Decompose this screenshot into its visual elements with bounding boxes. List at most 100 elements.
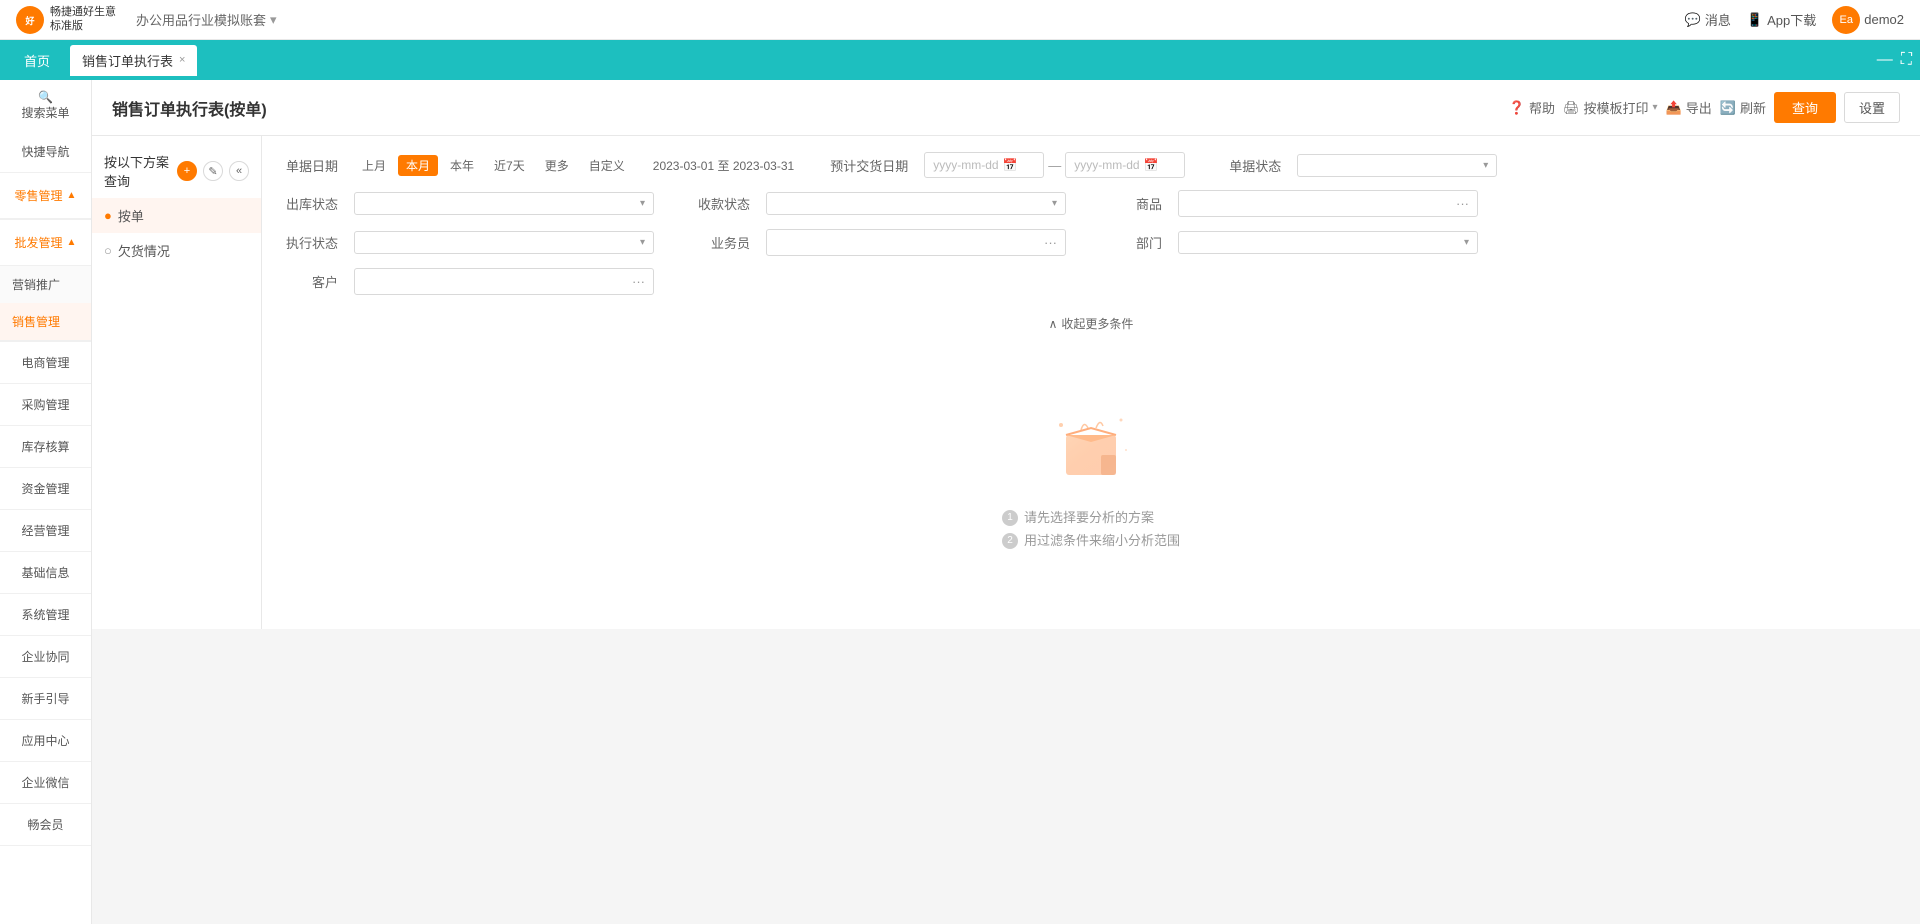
sidebar-item-operations[interactable]: 经营管理 [0, 510, 91, 552]
date-tab-custom[interactable]: 自定义 [581, 155, 633, 176]
filter-row-4: 客户 [278, 268, 1904, 295]
execution-status-label: 执行状态 [278, 233, 338, 252]
left-panel-header: 按以下方案查询 + ✎ « [92, 148, 261, 198]
tip-num-2: 2 [1002, 533, 1018, 549]
payment-status-select[interactable]: ▾ [766, 192, 1066, 215]
tab-bar: 首页 销售订单执行表 × — ⛶ [0, 40, 1920, 80]
empty-tips: 1 请先选择要分析的方案 2 用过滤条件来缩小分析范围 [1002, 506, 1180, 553]
sidebar-sub-sales[interactable]: 销售管理 [0, 303, 91, 340]
window-minimize-button[interactable]: — [1877, 51, 1893, 69]
payment-dropdown-icon: ▾ [1052, 198, 1057, 209]
breadcrumb-arrow[interactable]: ▾ [270, 12, 277, 28]
main-layout: 🔍 搜索菜单 快捷导航 零售管理 ▲ 批发管理 ▲ 营销推广 [0, 80, 1920, 924]
expected-date-from[interactable]: yyyy-mm-dd 📅 [924, 152, 1044, 178]
date-to-placeholder: yyyy-mm-dd [1074, 158, 1139, 172]
filter-row-3: 执行状态 ▾ 业务员 部门 ▾ [278, 229, 1904, 256]
scheme-item-by-order[interactable]: ● 按单 [92, 198, 261, 233]
date-range-display: 2023-03-01 至 2023-03-31 [653, 157, 794, 174]
logo-text: 畅捷通好生意 标准版 [50, 6, 116, 32]
sidebar-item-system[interactable]: 系统管理 [0, 594, 91, 636]
user-menu[interactable]: Ea demo2 [1832, 6, 1904, 34]
sidebar-item-finance[interactable]: 资金管理 [0, 468, 91, 510]
sidebar-item-app-center[interactable]: 应用中心 [0, 720, 91, 762]
sidebar-item-wechat[interactable]: 企业微信 [0, 762, 91, 804]
template-print-button[interactable]: 🖨 按模板打印 ▾ [1563, 98, 1658, 117]
sidebar-item-purchase[interactable]: 采购管理 [0, 384, 91, 426]
date-tab-more[interactable]: 更多 [537, 155, 577, 176]
date-tabs: 上月 本月 本年 近7天 更多 自定义 [354, 155, 633, 176]
tab-close-button[interactable]: × [179, 54, 185, 66]
empty-tip-1: 1 请先选择要分析的方案 [1002, 506, 1180, 529]
header-left: 好 畅捷通好生意 标准版 办公用品行业模拟账套 ▾ [16, 6, 277, 34]
execution-status-select[interactable]: ▾ [354, 231, 654, 254]
sidebar-item-basic-info[interactable]: 基础信息 [0, 552, 91, 594]
sidebar-item-member[interactable]: 畅会员 [0, 804, 91, 846]
expected-date-to[interactable]: yyyy-mm-dd 📅 [1065, 152, 1185, 178]
delivery-status-select[interactable]: ▾ [354, 192, 654, 215]
breadcrumb: 办公用品行业模拟账套 ▾ [136, 10, 277, 29]
template-print-dropdown-icon: ▾ [1653, 102, 1658, 113]
sidebar: 🔍 搜索菜单 快捷导航 零售管理 ▲ 批发管理 ▲ 营销推广 [0, 80, 92, 924]
salesperson-dots-icon [1044, 235, 1057, 250]
quick-nav-label: 快捷导航 [21, 143, 69, 160]
refresh-icon: 🔄 [1720, 100, 1736, 116]
sidebar-sub-marketing[interactable]: 营销推广 [0, 266, 91, 303]
search-menu-button[interactable]: 🔍 搜索菜单 [0, 80, 91, 131]
date-from-placeholder: yyyy-mm-dd [933, 158, 998, 172]
sidebar-item-guide[interactable]: 新手引导 [0, 678, 91, 720]
add-scheme-button[interactable]: + [177, 161, 197, 181]
tab-home[interactable]: 首页 [8, 45, 66, 76]
date-tab-this-year[interactable]: 本年 [442, 155, 482, 176]
export-button[interactable]: 📤 导出 [1666, 98, 1712, 117]
date-tab-7days[interactable]: 近7天 [486, 155, 533, 176]
sidebar-item-retail[interactable]: 零售管理 ▲ [0, 173, 91, 220]
help-button[interactable]: ❓ 帮助 [1509, 98, 1555, 117]
goods-select[interactable] [1178, 190, 1478, 217]
sidebar-item-wholesale[interactable]: 批发管理 ▲ 营销推广 销售管理 [0, 220, 91, 342]
date-tab-this-month[interactable]: 本月 [398, 155, 438, 176]
tab-active[interactable]: 销售订单执行表 × [70, 45, 197, 76]
empty-state-icon [1046, 400, 1136, 490]
svg-text:好: 好 [24, 15, 34, 26]
app-download-button[interactable]: 📱 App下载 [1747, 10, 1816, 29]
right-content: 单据日期 上月 本月 本年 近7天 更多 自定义 2023-03-01 至 20… [262, 136, 1920, 629]
customer-select[interactable] [354, 268, 654, 295]
wholesale-label: 批发管理 [15, 234, 63, 251]
salesperson-select[interactable] [766, 229, 1066, 256]
status-label: 单据状态 [1221, 156, 1281, 175]
sidebar-item-quick-nav[interactable]: 快捷导航 [0, 131, 91, 173]
avatar: Ea [1832, 6, 1860, 34]
sidebar-item-inventory[interactable]: 库存核算 [0, 426, 91, 468]
search-icon: 🔍 [38, 90, 53, 104]
status-dropdown-icon: ▾ [1483, 160, 1488, 171]
goods-label: 商品 [1102, 194, 1162, 213]
execution-dropdown-icon: ▾ [640, 237, 645, 248]
content-area: 销售订单执行表(按单) ❓ 帮助 🖨 按模板打印 ▾ 📤 导出 🔄 刷新 [92, 80, 1920, 924]
left-panel: 按以下方案查询 + ✎ « ● 按单 ○ 欠货情况 [92, 136, 262, 629]
collapse-panel-button[interactable]: « [229, 161, 249, 181]
sidebar-item-enterprise[interactable]: 企业协同 [0, 636, 91, 678]
expected-date-label: 预计交货日期 [830, 156, 908, 175]
department-label: 部门 [1102, 233, 1162, 252]
calendar-icon-to: 📅 [1144, 158, 1159, 172]
left-panel-icons: + ✎ « [177, 161, 249, 181]
window-maximize-button[interactable]: ⛶ [1901, 51, 1912, 69]
scheme-item-shortage[interactable]: ○ 欠货情况 [92, 233, 261, 268]
collapse-icon: ∧ [1049, 317, 1058, 331]
top-header: 好 畅捷通好生意 标准版 办公用品行业模拟账套 ▾ 💬 消息 📱 App下载 E… [0, 0, 1920, 40]
sidebar-item-ecommerce[interactable]: 电商管理 [0, 342, 91, 384]
collapse-filters-button[interactable]: ∧ 收起更多条件 [278, 307, 1904, 340]
query-button[interactable]: 查询 [1774, 92, 1836, 123]
message-button[interactable]: 💬 消息 [1685, 10, 1731, 29]
expected-date-range: yyyy-mm-dd 📅 — yyyy-mm-dd 📅 [924, 152, 1185, 178]
left-panel-title: 按以下方案查询 [104, 152, 177, 190]
edit-scheme-button[interactable]: ✎ [203, 161, 223, 181]
department-select[interactable]: ▾ [1178, 231, 1478, 254]
shortage-icon: ○ [104, 243, 112, 258]
filter-row-2: 出库状态 ▾ 收款状态 ▾ 商品 [278, 190, 1904, 217]
settings-button[interactable]: 设置 [1844, 92, 1900, 123]
status-select[interactable]: ▾ [1297, 154, 1497, 177]
logo-area: 好 畅捷通好生意 标准版 [16, 6, 116, 34]
date-tab-last-month[interactable]: 上月 [354, 155, 394, 176]
refresh-button[interactable]: 🔄 刷新 [1720, 98, 1766, 117]
